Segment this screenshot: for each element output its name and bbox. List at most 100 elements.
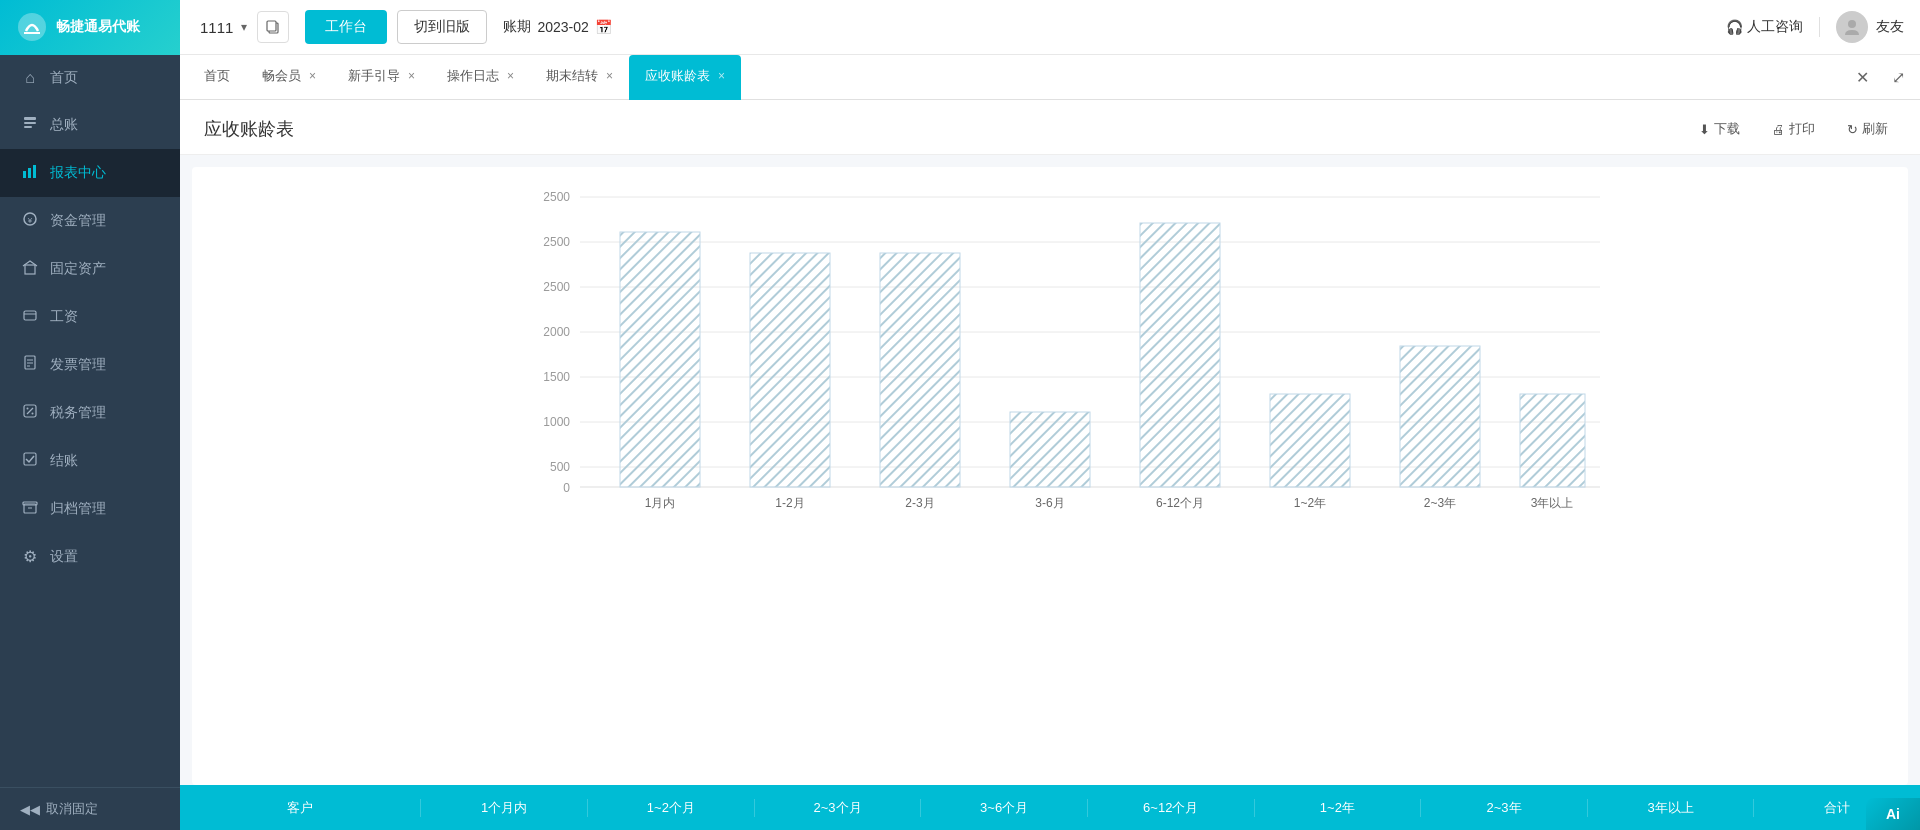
sidebar-label-checkout: 结账 [50, 452, 78, 470]
tab-bar: 首页 畅会员 × 新手引导 × 操作日志 × 期末结转 × 应收账龄表 × [180, 55, 1920, 100]
svg-point-0 [18, 13, 46, 41]
sidebar-label-settings: 设置 [50, 548, 78, 566]
switch-version-button[interactable]: 切到旧版 [397, 10, 487, 44]
tax-icon [20, 403, 40, 423]
tab-aging-label: 应收账龄表 [645, 67, 710, 85]
print-button[interactable]: 🖨 打印 [1764, 116, 1823, 142]
tab-home[interactable]: 首页 [188, 55, 246, 100]
svg-text:2500: 2500 [543, 280, 570, 294]
tab-yearend-close[interactable]: × [606, 69, 613, 83]
refresh-button[interactable]: ↻ 刷新 [1839, 116, 1896, 142]
tab-guide-close[interactable]: × [408, 69, 415, 83]
sidebar-label-archive: 归档管理 [50, 500, 106, 518]
consult-label: 人工咨询 [1747, 18, 1803, 36]
logo-icon [16, 11, 48, 43]
cancel-fixed-label: 取消固定 [46, 800, 98, 818]
tab-actions: ✕ ⤢ [1848, 63, 1912, 91]
dropdown-icon: ▾ [241, 20, 247, 34]
cancel-fixed-button[interactable]: ◀◀ 取消固定 [0, 787, 180, 830]
tab-home-label: 首页 [204, 67, 230, 85]
tab-member-label: 畅会员 [262, 67, 301, 85]
sidebar-item-reports[interactable]: 报表中心 [0, 149, 180, 197]
sidebar-item-home[interactable]: ⌂ 首页 [0, 55, 180, 101]
invoice-icon [20, 355, 40, 375]
sidebar-item-assets[interactable]: 固定资产 [0, 245, 180, 293]
sidebar-item-salary[interactable]: 工资 [0, 293, 180, 341]
user-area[interactable]: 友友 [1836, 11, 1904, 43]
sidebar-item-ledger[interactable]: 总账 [0, 101, 180, 149]
print-icon: 🖨 [1772, 122, 1785, 137]
workbench-button[interactable]: 工作台 [305, 10, 387, 44]
page-content: 应收账龄表 ⬇ 下载 🖨 打印 ↻ 刷新 [180, 100, 1920, 830]
company-selector[interactable]: 1111 ▾ [200, 19, 247, 36]
tab-maximize-button[interactable]: ⤢ [1884, 63, 1912, 91]
tab-aging-close[interactable]: × [718, 69, 725, 83]
sidebar-item-checkout[interactable]: 结账 [0, 437, 180, 485]
bar-3-6月 [1010, 412, 1090, 487]
ai-badge[interactable]: Ai [1866, 798, 1920, 830]
svg-text:1500: 1500 [543, 370, 570, 384]
sidebar-item-archive[interactable]: 归档管理 [0, 485, 180, 533]
sidebar-label-salary: 工资 [50, 308, 78, 326]
table-header-row: 客户 1个月内 1~2个月 2~3个月 3~6个月 6~12个月 [180, 785, 1920, 830]
tab-aging[interactable]: 应收账龄表 × [629, 55, 741, 100]
tab-oplog-close[interactable]: × [507, 69, 514, 83]
consult-button[interactable]: 🎧 人工咨询 [1726, 18, 1803, 36]
tab-yearend[interactable]: 期末结转 × [530, 55, 629, 100]
user-name: 友友 [1876, 18, 1904, 36]
sidebar-label-home: 首页 [50, 69, 78, 87]
col-2-3month: 2~3个月 [755, 799, 922, 817]
sidebar-label-tax: 税务管理 [50, 404, 106, 422]
svg-text:6-12个月: 6-12个月 [1156, 496, 1204, 510]
reports-icon [20, 163, 40, 183]
svg-rect-9 [33, 165, 36, 178]
col-3-6month: 3~6个月 [921, 799, 1088, 817]
period-value: 2023-02 [537, 19, 588, 35]
salary-icon [20, 307, 40, 327]
svg-text:3年以上: 3年以上 [1531, 496, 1574, 510]
col-2-3year: 2~3年 [1421, 799, 1588, 817]
col-1month: 1个月内 [421, 799, 588, 817]
sidebar-item-invoice[interactable]: 发票管理 [0, 341, 180, 389]
print-label: 打印 [1789, 120, 1815, 138]
sidebar-label-funds: 资金管理 [50, 212, 106, 230]
tab-oplog-label: 操作日志 [447, 67, 499, 85]
calendar-icon[interactable]: 📅 [595, 19, 612, 35]
ai-label: Ai [1886, 806, 1900, 822]
svg-text:1-2月: 1-2月 [775, 496, 804, 510]
bar-2-3年 [1400, 346, 1480, 487]
svg-rect-8 [28, 168, 31, 178]
svg-rect-23 [24, 453, 36, 465]
period-label: 账期 [503, 18, 531, 36]
col-3year-plus: 3年以上 [1588, 799, 1755, 817]
bar-3年以上 [1520, 394, 1585, 487]
download-button[interactable]: ⬇ 下载 [1691, 116, 1748, 142]
download-label: 下载 [1714, 120, 1740, 138]
sidebar-item-settings[interactable]: ⚙ 设置 [0, 533, 180, 580]
header-right: 🎧 人工咨询 友友 [1726, 11, 1904, 43]
chart-wrapper: 2500 2500 2500 2000 1500 1000 500 0 [192, 167, 1908, 785]
tab-member-close[interactable]: × [309, 69, 316, 83]
logo-area: 畅捷通易代账 [0, 0, 180, 55]
period-area: 账期 2023-02 📅 [503, 18, 611, 36]
tab-oplog[interactable]: 操作日志 × [431, 55, 530, 100]
sidebar-item-funds[interactable]: ¥ 资金管理 [0, 197, 180, 245]
download-icon: ⬇ [1699, 122, 1710, 137]
svg-point-22 [32, 413, 34, 415]
headset-icon: 🎧 [1726, 19, 1743, 35]
tab-member[interactable]: 畅会员 × [246, 55, 332, 100]
main-layout: ⌂ 首页 总账 报表中心 [0, 55, 1920, 830]
col-customer: 客户 [180, 799, 421, 817]
svg-text:0: 0 [563, 481, 570, 495]
settings-icon: ⚙ [20, 547, 40, 566]
svg-rect-13 [24, 311, 36, 320]
sidebar-label-ledger: 总账 [50, 116, 78, 134]
sidebar-item-tax[interactable]: 税务管理 [0, 389, 180, 437]
copy-button[interactable] [257, 11, 289, 43]
svg-text:2000: 2000 [543, 325, 570, 339]
svg-text:2500: 2500 [543, 190, 570, 204]
svg-text:1~2年: 1~2年 [1294, 496, 1326, 510]
tab-guide[interactable]: 新手引导 × [332, 55, 431, 100]
svg-text:2500: 2500 [543, 235, 570, 249]
tab-close-all-button[interactable]: ✕ [1848, 63, 1876, 91]
